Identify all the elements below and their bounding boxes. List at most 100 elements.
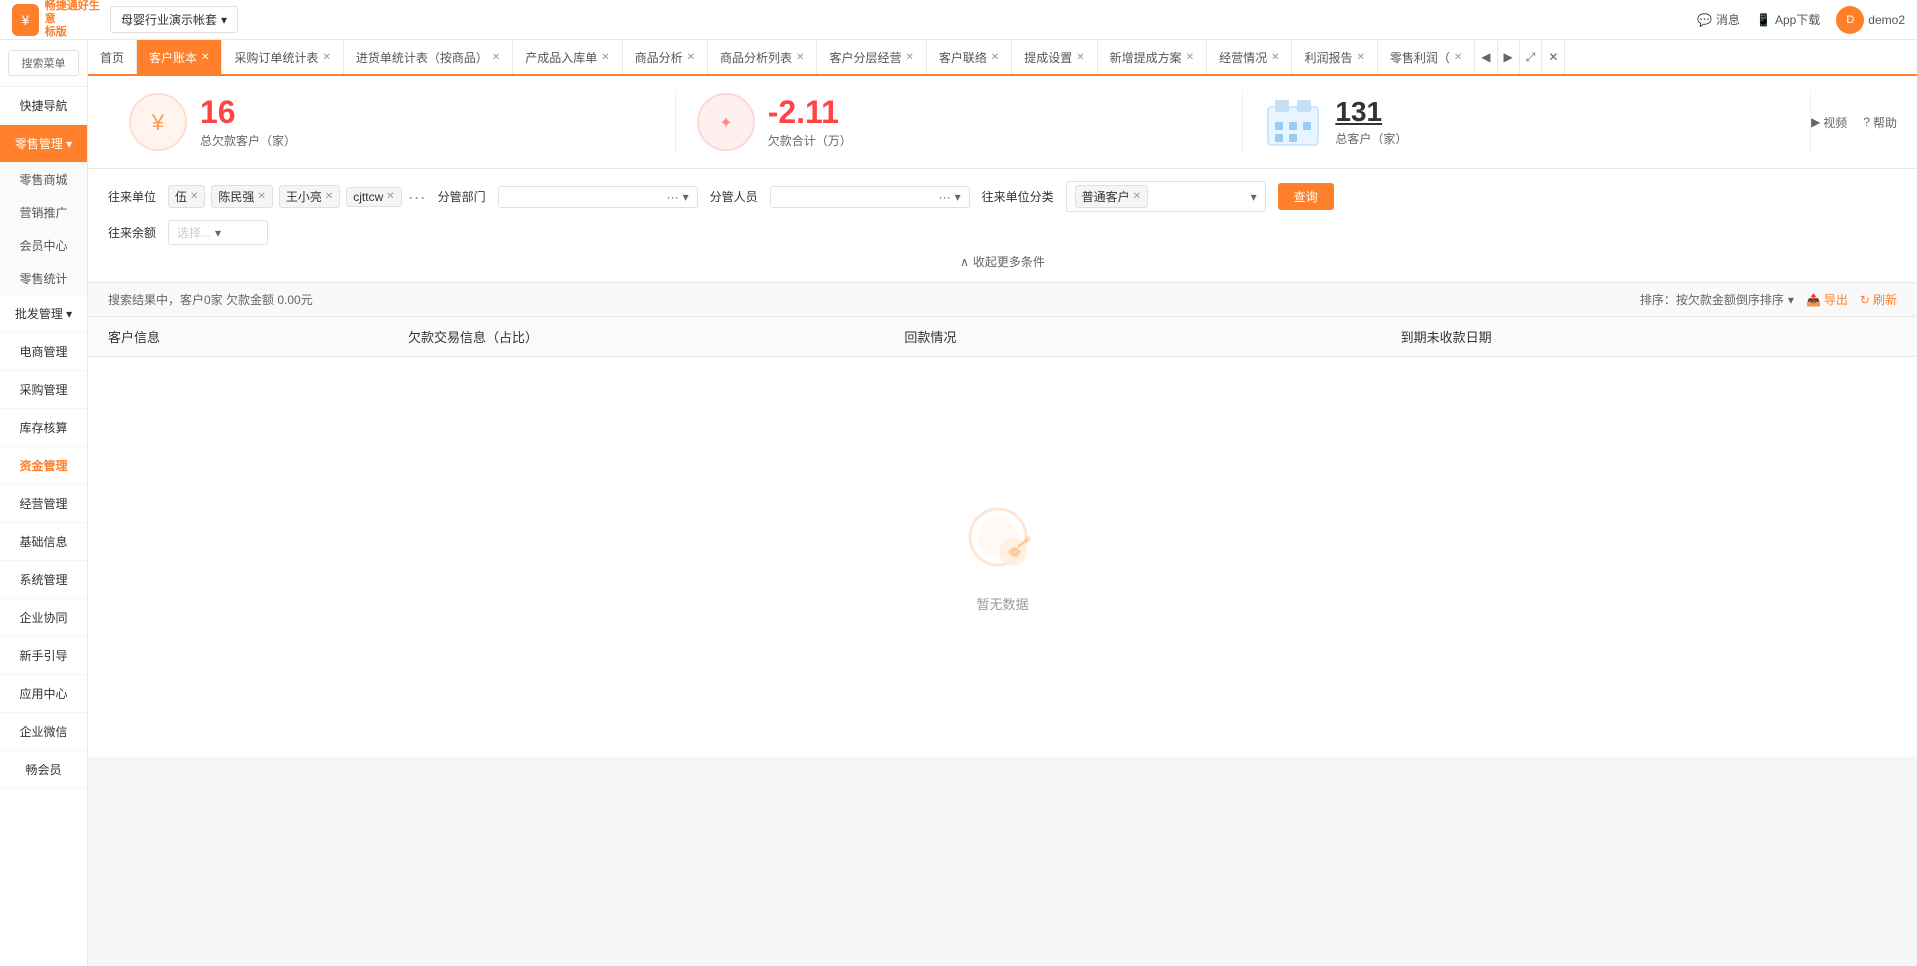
remove-tag-1[interactable]: ✕	[257, 191, 265, 202]
user-menu[interactable]: D demo2	[1836, 6, 1905, 34]
stat-icon-total	[1263, 92, 1323, 152]
sidebar-item-marketing[interactable]: 营销推广	[0, 196, 87, 229]
result-bar: 搜索结果中，客户0家 欠款金额 0.00元 排序：按欠款金额倒序排序 ▾ 📤 导…	[88, 283, 1917, 317]
top-bar: ¥ 畅捷通好生意 标版 母婴行业演示帐套 ▾ 💬 消息 📱 App下载 D de…	[0, 0, 1917, 40]
tab-nav-prev[interactable]: ◀	[1475, 40, 1497, 75]
stat-icon-debt: ✦	[696, 92, 756, 152]
sidebar-item-app-center[interactable]: 应用中心	[0, 675, 87, 713]
tab-profit-report[interactable]: 利润报告 ✕	[1292, 40, 1377, 75]
filter-row-1: 往来单位 伍 ✕ 陈民强 ✕ 王小亮 ✕	[108, 181, 1897, 212]
stat-icon-customers: ¥	[128, 92, 188, 152]
tab-close-ops-situation[interactable]: ✕	[1271, 52, 1279, 63]
tab-incoming-stats-product[interactable]: 进货单统计表（按商品） ✕	[344, 40, 513, 75]
refresh-icon: ↻	[1860, 293, 1870, 307]
sidebar-item-sys-mgmt[interactable]: 系统管理	[0, 561, 87, 599]
refresh-button[interactable]: ↻ 刷新	[1860, 291, 1897, 308]
table-body: 暂无数据	[88, 357, 1917, 757]
logo-icon: ¥	[12, 4, 39, 36]
query-button[interactable]: 查询	[1278, 183, 1334, 210]
remove-unit-class-tag[interactable]: ✕	[1133, 191, 1141, 202]
sidebar-item-retail-mall[interactable]: 零售商城	[0, 163, 87, 196]
tab-close-cost-in-order[interactable]: ✕	[601, 52, 609, 63]
tab-close-purchase-order-stats[interactable]: ✕	[322, 52, 330, 63]
tab-raise-settings[interactable]: 提成设置 ✕	[1012, 40, 1097, 75]
stat-label-customers: 总欠款客户（家）	[200, 132, 296, 149]
sidebar-item-wholesale-mgmt[interactable]: 批发管理 ▾	[0, 295, 87, 333]
tab-product-analysis[interactable]: 商品分析 ✕	[623, 40, 708, 75]
help-link[interactable]: ? 帮助	[1863, 114, 1897, 131]
sidebar-item-basic-info[interactable]: 基础信息	[0, 523, 87, 561]
avatar: D	[1836, 6, 1864, 34]
export-button[interactable]: 📤 导出	[1806, 291, 1848, 308]
balance-arrow: ▾	[215, 226, 221, 240]
tab-new-raise-plan[interactable]: 新增提成方案 ✕	[1098, 40, 1207, 75]
sidebar-item-ecommerce-mgmt[interactable]: 电商管理	[0, 333, 87, 371]
tab-home[interactable]: 首页	[88, 40, 137, 75]
sidebar-item-quick-nav[interactable]: 快捷导航	[0, 87, 87, 125]
sidebar-item-new-guide[interactable]: 新手引导	[0, 637, 87, 675]
sidebar-item-retail-mgmt[interactable]: 零售管理 ▾	[0, 125, 87, 163]
sidebar-item-inventory-check[interactable]: 库存核算	[0, 409, 87, 447]
stat-value-debt: -2.11	[768, 96, 852, 128]
tab-ops-situation[interactable]: 经营情况 ✕	[1207, 40, 1292, 75]
sidebar-item-purchase-mgmt[interactable]: 采购管理	[0, 371, 87, 409]
tab-close-customer-segment[interactable]: ✕	[905, 52, 913, 63]
tab-nav-next[interactable]: ▶	[1498, 40, 1520, 75]
sidebar-item-ops-mgmt[interactable]: 经营管理	[0, 485, 87, 523]
remove-tag-2[interactable]: ✕	[325, 191, 333, 202]
sidebar-item-capital-mgmt[interactable]: 资金管理	[0, 447, 87, 485]
sidebar-item-retail-stats[interactable]: 零售统计	[0, 262, 87, 295]
collapse-button[interactable]: ∧ 收起更多条件	[960, 253, 1045, 270]
sidebar-item-enterprise-coop[interactable]: 企业协同	[0, 599, 87, 637]
tab-close-product-analysis[interactable]: ✕	[687, 52, 695, 63]
video-link[interactable]: ▶ 视频	[1811, 114, 1847, 131]
tab-close-customer-account[interactable]: ✕	[201, 52, 209, 63]
tab-close-new-raise-plan[interactable]: ✕	[1186, 52, 1194, 63]
chevron-down-icon: ▾	[221, 13, 227, 27]
filter-more-tags[interactable]: ···	[408, 188, 426, 206]
tab-customer-contact[interactable]: 客户联络 ✕	[927, 40, 1012, 75]
tab-fullscreen[interactable]: ⤢	[1520, 40, 1543, 75]
col-customer-info: 客户信息	[108, 327, 408, 346]
tab-close-raise-settings[interactable]: ✕	[1076, 52, 1084, 63]
collapse-up-icon: ∧	[960, 255, 969, 269]
filter-tag-1: 陈民强 ✕	[211, 185, 272, 208]
balance-input[interactable]: 选择... ▾	[168, 220, 268, 245]
tab-close-customer-contact[interactable]: ✕	[991, 52, 999, 63]
stat-label-total: 总客户（家）	[1335, 130, 1407, 147]
remove-tag-3[interactable]: ✕	[386, 191, 394, 202]
download-icon: 📱	[1756, 13, 1771, 27]
org-selector[interactable]: 母婴行业演示帐套 ▾	[110, 6, 238, 33]
unit-class-select[interactable]: 普通客户 ✕ ▾	[1066, 181, 1266, 212]
message-btn[interactable]: 💬 消息	[1697, 11, 1740, 28]
tab-close-retail-profit[interactable]: ✕	[1454, 52, 1462, 63]
remove-tag-0[interactable]: ✕	[190, 191, 198, 202]
stat-info-total: 131 总客户（家）	[1335, 98, 1407, 147]
tab-retail-profit[interactable]: 零售利润（ ✕	[1378, 40, 1475, 75]
sidebar-item-member-card[interactable]: 畅会员	[0, 751, 87, 789]
filter-tags-area: 伍 ✕ 陈民强 ✕ 王小亮 ✕ cjttcw ✕	[168, 185, 426, 208]
tab-purchase-order-stats[interactable]: 采购订单统计表 ✕	[222, 40, 343, 75]
person-select[interactable]: ··· ▾	[770, 186, 970, 208]
tab-close-incoming-stats[interactable]: ✕	[492, 52, 500, 63]
stats-right-actions: ▶ 视频 ? 帮助	[1811, 114, 1897, 131]
tab-cost-in-order[interactable]: 产成品入库单 ✕	[513, 40, 622, 75]
tab-customer-account[interactable]: 客户账本 ✕	[137, 40, 222, 75]
stats-banner: ¥ 16 总欠款客户（家） ✦	[88, 76, 1917, 169]
sort-selector[interactable]: 排序：按欠款金额倒序排序 ▾	[1640, 291, 1794, 308]
tab-close-product-analysis-list[interactable]: ✕	[796, 52, 804, 63]
search-menu-button[interactable]: 搜索菜单	[8, 50, 79, 76]
tab-product-analysis-list[interactable]: 商品分析列表 ✕	[708, 40, 817, 75]
tab-close-profit-report[interactable]: ✕	[1357, 52, 1365, 63]
dept-select[interactable]: ··· ▾	[498, 186, 698, 208]
tab-more-menu[interactable]: ✕	[1542, 40, 1565, 75]
empty-icon	[963, 502, 1043, 582]
logo-text: 畅捷通好生意 标版	[45, 0, 100, 39]
stat-value-customers: 16	[200, 96, 296, 128]
sidebar-item-member-center[interactable]: 会员中心	[0, 229, 87, 262]
stat-block-debt: ✦ -2.11 欠款合计（万）	[676, 92, 1244, 152]
app-download-btn[interactable]: 📱 App下载	[1756, 11, 1820, 28]
svg-text:¥: ¥	[151, 110, 165, 135]
sidebar-item-enterprise-wx[interactable]: 企业微信	[0, 713, 87, 751]
tab-customer-segment[interactable]: 客户分层经营 ✕	[817, 40, 926, 75]
